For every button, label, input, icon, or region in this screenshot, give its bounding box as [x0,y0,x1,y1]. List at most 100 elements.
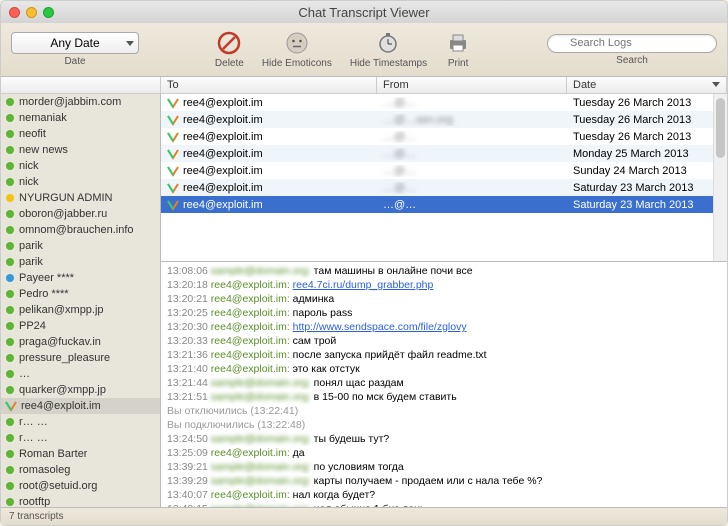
message-link[interactable]: http://www.sendspace.com/file/zglovy [293,321,467,333]
contact-item[interactable]: oboron@jabber.ru [1,206,160,222]
contact-item[interactable]: … [1,366,160,382]
message-line: 13:21:44 sample@domain.org: понял щас ра… [167,376,721,390]
close-button[interactable] [9,7,20,18]
contact-label: Payeer **** [19,272,74,284]
conv-to: ree4@exploit.im [183,199,263,211]
contact-item[interactable]: pelikan@xmpp.jp [1,302,160,318]
transcript-count: 7 transcripts [9,511,63,522]
contact-item[interactable]: praga@fuckav.in [1,334,160,350]
message-link[interactable]: ree4.7ci.ru/dump_grabber.php [293,279,434,291]
zoom-button[interactable] [43,7,54,18]
contact-item[interactable]: nick [1,158,160,174]
contact-label: nemaniak [19,112,67,124]
search-input[interactable] [547,34,717,53]
message-line: 13:21:36 ree4@exploit.im: после запуска … [167,348,721,362]
contact-item[interactable]: quarker@xmpp.jp [1,382,160,398]
conv-to: ree4@exploit.im [183,114,263,126]
conv-to: ree4@exploit.im [183,148,263,160]
conv-to: ree4@exploit.im [183,182,263,194]
conversation-row[interactable]: ree4@exploit.im …@…sen.org Tuesday 26 Marc… [161,111,727,128]
contact-item[interactable]: Payeer **** [1,270,160,286]
contact-item[interactable]: omnom@brauchen.info [1,222,160,238]
contact-item[interactable]: r… … [1,430,160,446]
printer-icon [445,30,471,56]
contact-item[interactable]: nemaniak [1,110,160,126]
hide-timestamps-button[interactable]: Hide Timestamps [342,28,435,71]
contact-item[interactable]: rootftp [1,494,160,507]
contact-label: neofit [19,128,46,140]
contact-item[interactable]: Roman Barter [1,446,160,462]
print-button[interactable]: Print [437,28,479,71]
conv-date: Monday 25 March 2013 [567,148,727,160]
conv-from: …@… [383,97,416,109]
message-line: 13:20:18 ree4@exploit.im: ree4.7ci.ru/du… [167,278,721,292]
col-date[interactable]: Date [567,77,727,93]
toolbar: Any Date Date Delete Hide Emoticons Hide… [1,23,727,77]
contact-label: morder@jabbim.com [19,96,121,108]
date-section-label: Date [64,56,85,67]
contact-item[interactable]: r… … [1,414,160,430]
contact-item[interactable]: root@setuid.org [1,478,160,494]
contact-label: ree4@exploit.im [21,400,101,412]
conversation-row[interactable]: ree4@exploit.im…@…Saturday 23 March 2013 [161,179,727,196]
contact-item[interactable]: morder@jabbim.com [1,94,160,110]
message-line: 13:40:15 sample@domain.org: нал обычно 1… [167,502,721,507]
contact-item[interactable]: nick [1,174,160,190]
contact-item[interactable]: romasoleg [1,462,160,478]
contact-label: root@setuid.org [19,480,97,492]
contact-item[interactable]: pressure_pleasure [1,350,160,366]
contact-label: new news [19,144,68,156]
conv-from: …@… [383,148,416,160]
message-line: 13:20:21 ree4@exploit.im: админка [167,292,721,306]
conversation-row[interactable]: ree4@exploit.im…@…Sunday 24 March 2013 [161,162,727,179]
contact-label: parik [19,256,43,268]
conv-date: Tuesday 26 March 2013 [567,131,727,143]
titlebar: Chat Transcript Viewer [1,1,727,23]
scroll-thumb[interactable] [716,98,725,158]
contact-label: oboron@jabber.ru [19,208,107,220]
contact-item[interactable]: ree4@exploit.im [1,398,160,414]
message-line: 13:20:33 ree4@exploit.im: сам трой [167,334,721,348]
transcript-pane[interactable]: 13:08:06 sample@domain.org: там машины в… [161,262,727,507]
hide-emoticons-button[interactable]: Hide Emoticons [254,28,340,71]
scrollbar[interactable] [713,94,727,261]
contact-label: parik [19,240,43,252]
emoticon-icon [284,30,310,56]
stopwatch-icon [375,30,401,56]
minimize-button[interactable] [26,7,37,18]
contact-label: pressure_pleasure [19,352,110,364]
delete-button[interactable]: Delete [207,28,252,71]
contact-label: romasoleg [19,464,70,476]
conversation-row[interactable]: ree4@exploit.im …@… Tuesday 26 March 2013 [161,94,727,111]
conv-date: Tuesday 26 March 2013 [567,114,727,126]
contact-item[interactable]: parik [1,238,160,254]
contact-item[interactable]: neofit [1,126,160,142]
message-line: Вы отключились (13:22:41) [167,404,721,418]
contact-label: nick [19,160,39,172]
col-from[interactable]: From [377,77,567,93]
contact-label: Roman Barter [19,448,87,460]
conversation-row[interactable]: ree4@exploit.im …@… Monday 25 March 2013 [161,145,727,162]
contact-item[interactable]: parik [1,254,160,270]
sidebar-header[interactable] [1,77,161,93]
message-line: 13:39:21 sample@domain.org: по условиям … [167,460,721,474]
conv-date: Tuesday 26 March 2013 [567,97,727,109]
contact-label: quarker@xmpp.jp [19,384,106,396]
contact-item[interactable]: PP24 [1,318,160,334]
conversation-row[interactable]: ree4@exploit.im …@… Tuesday 26 March 2013 [161,128,727,145]
contact-item[interactable]: Pedro **** [1,286,160,302]
conv-from: …@… [383,131,416,143]
date-filter-dropdown[interactable]: Any Date [11,32,139,54]
contact-label: r… … [19,432,48,444]
conversation-list[interactable]: ree4@exploit.im…@…Tuesday 26 March 2013r… [161,94,727,262]
contacts-sidebar[interactable]: morder@jabbim.com nemaniak neofit new news n… [1,94,161,507]
conv-to: ree4@exploit.im [183,97,263,109]
contact-item[interactable]: NYURGUN ADMIN [1,190,160,206]
conversation-row[interactable]: ree4@exploit.im…@…Saturday 23 March 2013 [161,196,727,213]
contact-item[interactable]: new news [1,142,160,158]
conv-date: Saturday 23 March 2013 [567,182,727,194]
col-to[interactable]: To [161,77,377,93]
conv-date: Sunday 24 March 2013 [567,165,727,177]
conv-from: …@…sen.org [383,114,453,126]
conv-to: ree4@exploit.im [183,131,263,143]
